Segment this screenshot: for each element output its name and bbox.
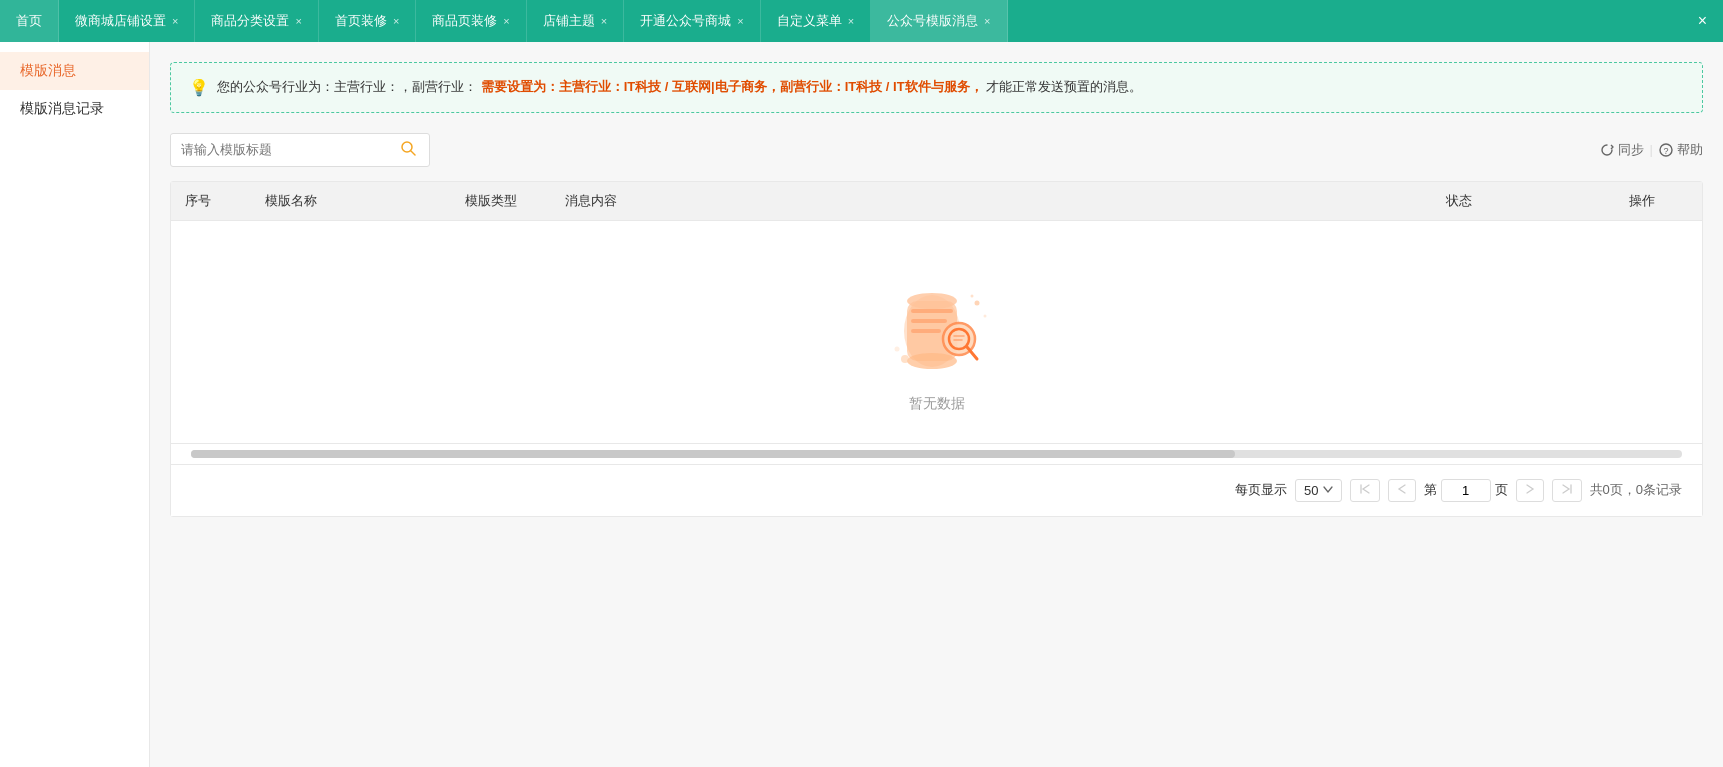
th-action: 操作 [1582,192,1702,210]
search-input[interactable] [171,135,391,164]
th-content: 消息内容 [551,192,1432,210]
next-page-icon [1525,483,1535,495]
tab-goods-decor-label: 商品页装修 [432,12,497,30]
first-page-icon [1359,483,1371,495]
close-tab-wsc-store[interactable]: × [172,15,178,27]
data-table: 序号 模版名称 模版类型 消息内容 状态 操作 [170,181,1703,517]
sidebar: 模版消息 模版消息记录 [0,42,150,767]
tab-goods-category[interactable]: 商品分类设置 × [195,0,318,42]
page-number-input[interactable] [1441,479,1491,502]
sidebar-item-template-msg-label: 模版消息 [20,62,76,78]
tab-store-theme-label: 店铺主题 [543,12,595,30]
top-navigation: 首页 微商城店铺设置 × 商品分类设置 × 首页装修 × 商品页装修 × 店铺主… [0,0,1723,42]
search-input-wrapper [170,133,430,167]
help-icon: ? [1659,143,1673,157]
table-header: 序号 模版名称 模版类型 消息内容 状态 操作 [171,182,1702,221]
tab-wsc-store-label: 微商城店铺设置 [75,12,166,30]
scrollbar-track[interactable] [191,450,1682,458]
empty-state: 暂无数据 [171,221,1702,443]
sidebar-item-template-msg[interactable]: 模版消息 [0,52,149,90]
th-seq: 序号 [171,192,251,210]
svg-rect-6 [911,309,953,313]
first-page-button[interactable] [1350,479,1380,502]
di-label: 第 [1424,481,1437,499]
search-bar: 同步 | ? 帮助 [170,133,1703,167]
content-area: 💡 您的公众号行业为：主营行业：，副营行业： 需要设置为：主营行业：IT科技 /… [150,42,1723,767]
svg-point-19 [901,355,909,363]
page-size-label: 每页显示 [1235,481,1287,499]
tab-home-label: 首页 [16,12,42,30]
svg-point-17 [983,314,986,317]
notice-text: 您的公众号行业为：主营行业：，副营行业： 需要设置为：主营行业：IT科技 / 互… [217,77,1142,98]
sidebar-item-template-msg-record[interactable]: 模版消息记录 [0,90,149,128]
pagination: 每页显示 50 [171,464,1702,516]
close-tab-goods-decor[interactable]: × [503,15,509,27]
th-type: 模版类型 [451,192,551,210]
tab-home[interactable]: 首页 [0,0,59,42]
horizontal-scrollbar[interactable] [171,443,1702,464]
tab-goods-decor[interactable]: 商品页装修 × [416,0,526,42]
search-icon [401,141,416,156]
notice-icon: 💡 [189,78,209,97]
svg-point-10 [907,353,957,369]
close-tab-open-mall[interactable]: × [737,15,743,27]
tab-goods-category-label: 商品分类设置 [211,12,289,30]
close-tab-template-msg[interactable]: × [984,15,990,27]
tab-store-theme[interactable]: 店铺主题 × [527,0,624,42]
th-name: 模版名称 [251,192,451,210]
svg-point-16 [974,300,979,305]
page-unit-label: 页 [1495,481,1508,499]
close-tab-home-decor[interactable]: × [393,15,399,27]
close-tab-store-theme[interactable]: × [601,15,607,27]
notice-banner: 💡 您的公众号行业为：主营行业：，副营行业： 需要设置为：主营行业：IT科技 /… [170,62,1703,113]
svg-point-20 [894,346,899,351]
sync-icon [1600,143,1614,157]
svg-rect-8 [911,329,941,333]
sync-label: 同步 [1618,141,1644,159]
last-page-button[interactable] [1552,479,1582,502]
help-label: 帮助 [1677,141,1703,159]
tab-wsc-store[interactable]: 微商城店铺设置 × [59,0,195,42]
page-size-value: 50 [1304,483,1318,498]
svg-point-9 [907,293,957,309]
main-layout: 模版消息 模版消息记录 💡 您的公众号行业为：主营行业：，副营行业： 需要设置为… [0,42,1723,767]
empty-illustration [877,261,997,381]
tab-open-mall-label: 开通公众号商城 [640,12,731,30]
svg-line-1 [411,151,415,155]
sidebar-item-template-msg-record-label: 模版消息记录 [20,100,104,116]
scrollbar-thumb[interactable] [191,450,1235,458]
page-input-box: 第 页 [1424,479,1508,502]
page-size-select[interactable]: 50 [1295,479,1341,502]
close-tab-goods-category[interactable]: × [295,15,301,27]
close-all-tabs-button[interactable]: × [1682,12,1723,30]
last-page-icon [1561,483,1573,495]
search-actions: 同步 | ? 帮助 [1600,141,1703,159]
prev-page-button[interactable] [1388,479,1416,502]
tab-custom-menu[interactable]: 自定义菜单 × [761,0,871,42]
close-tab-custom-menu[interactable]: × [848,15,854,27]
empty-text: 暂无数据 [909,395,965,413]
notice-text-after: 才能正常发送预置的消息。 [986,79,1142,94]
notice-highlight: 需要设置为：主营行业：IT科技 / 互联网|电子商务，副营行业：IT科技 / I… [481,79,983,94]
help-button[interactable]: ? 帮助 [1659,141,1703,159]
page-total: 共0页，0条记录 [1590,481,1682,499]
svg-rect-7 [911,319,947,323]
sync-button[interactable]: 同步 [1600,141,1644,159]
notice-text-before: 您的公众号行业为：主营行业：，副营行业： [217,79,477,94]
tab-open-mall[interactable]: 开通公众号商城 × [624,0,760,42]
search-button[interactable] [391,134,426,166]
tab-custom-menu-label: 自定义菜单 [777,12,842,30]
th-status: 状态 [1432,192,1582,210]
divider: | [1650,142,1653,157]
chevron-down-icon [1323,486,1333,494]
tab-template-msg-label: 公众号模版消息 [887,12,978,30]
tab-template-msg[interactable]: 公众号模版消息 × [871,0,1007,42]
prev-page-icon [1397,483,1407,495]
tab-home-decor[interactable]: 首页装修 × [319,0,416,42]
tab-home-decor-label: 首页装修 [335,12,387,30]
next-page-button[interactable] [1516,479,1544,502]
svg-text:?: ? [1663,146,1668,156]
svg-point-18 [970,294,973,297]
